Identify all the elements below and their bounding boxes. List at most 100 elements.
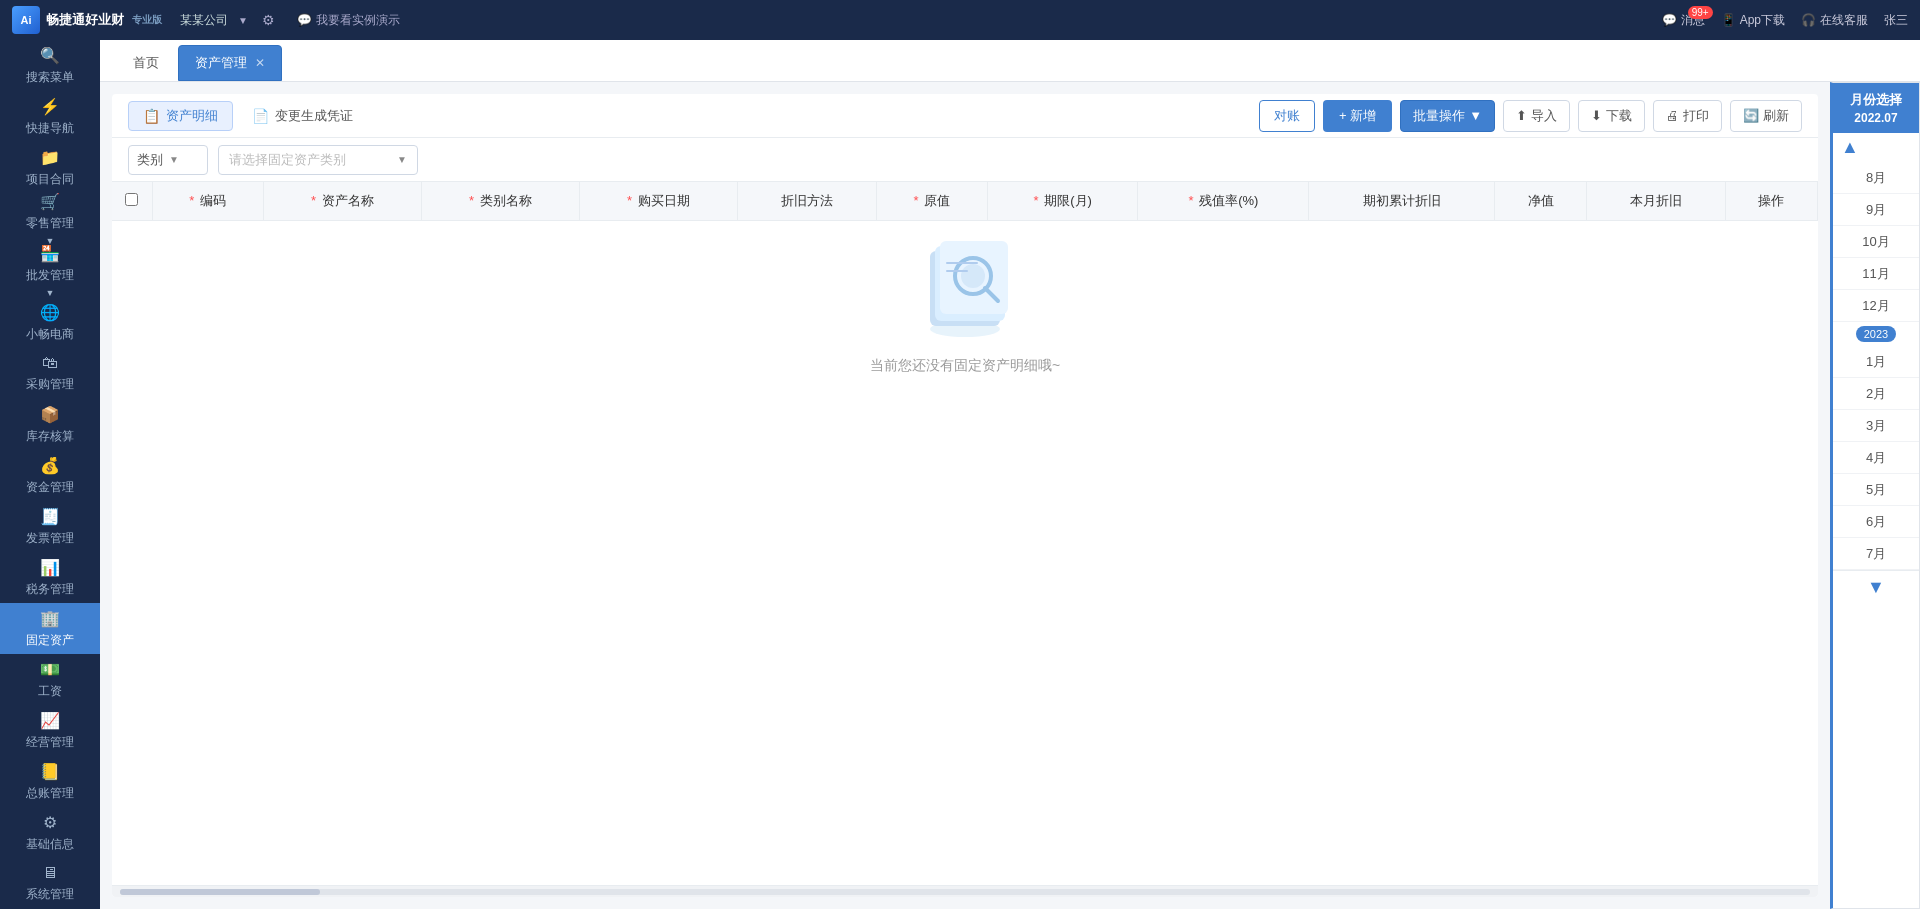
message-icon: 💬 <box>1662 13 1677 27</box>
sub-tab-asset-detail[interactable]: 📋 资产明细 <box>128 101 233 131</box>
fixed-assets-icon: 🏢 <box>40 609 60 628</box>
month-item-1[interactable]: 1月 <box>1833 346 1919 378</box>
empty-message: 当前您还没有固定资产明细哦~ <box>870 357 1060 375</box>
operations-icon: 📈 <box>40 711 60 730</box>
month-item-9[interactable]: 9月 <box>1833 194 1919 226</box>
tab-home-label: 首页 <box>133 54 159 72</box>
asset-detail-tab-icon: 📋 <box>143 108 160 124</box>
asset-table: * 编码 * 资产名称 * 类别名称 <box>112 182 1818 221</box>
basic-icon: ⚙ <box>43 813 57 832</box>
company-dropdown-icon[interactable]: ▼ <box>238 15 248 26</box>
svg-point-5 <box>961 264 985 288</box>
page-content: 📋 资产明细 📄 变更生成凭证 对账 + 新增 <box>100 82 1920 909</box>
sidebar-item-project[interactable]: 📁 项目合同 <box>0 142 100 193</box>
col-monthly-depreciation: 本月折旧 <box>1587 182 1726 221</box>
settings-icon[interactable]: ⚙ <box>262 12 275 28</box>
reconcile-button[interactable]: 对账 <box>1259 100 1315 132</box>
sidebar-item-salary[interactable]: 💵 工资 <box>0 654 100 705</box>
app-subtitle: 专业版 <box>132 13 162 27</box>
scrollbar-track[interactable] <box>120 889 1810 895</box>
sidebar-item-ledger[interactable]: 📒 总账管理 <box>0 756 100 807</box>
sidebar-ledger-label: 总账管理 <box>26 785 74 802</box>
batch-button[interactable]: 批量操作 ▼ <box>1400 100 1495 132</box>
sidebar-item-search[interactable]: 🔍 搜索菜单 <box>0 40 100 91</box>
sidebar-item-wholesale[interactable]: 🏪 批发管理 ▼ <box>0 245 100 297</box>
user-name[interactable]: 张三 <box>1884 12 1908 29</box>
inventory-icon: 📦 <box>40 405 60 424</box>
main-panel: 📋 资产明细 📄 变更生成凭证 对账 + 新增 <box>112 94 1818 897</box>
message-button[interactable]: 💬 消息 99+ <box>1662 12 1705 29</box>
download-button[interactable]: ⬇ 下载 <box>1578 100 1645 132</box>
month-item-11[interactable]: 11月 <box>1833 258 1919 290</box>
category-filter-select[interactable]: 类别 ▼ <box>128 145 208 175</box>
brand: Ai 畅捷通好业财 专业版 <box>12 6 162 34</box>
col-code: * 编码 <box>152 182 263 221</box>
message-badge: 99+ <box>1688 6 1713 19</box>
month-item-4[interactable]: 4月 <box>1833 442 1919 474</box>
app-download-button[interactable]: 📱 App下载 <box>1721 12 1785 29</box>
ecommerce-icon: 🌐 <box>40 303 60 322</box>
sidebar-salary-label: 工资 <box>38 683 62 700</box>
batch-dropdown-icon: ▼ <box>1469 108 1482 123</box>
print-button[interactable]: 🖨 打印 <box>1653 100 1722 132</box>
sidebar-item-quicknav[interactable]: ⚡ 快捷导航 <box>0 91 100 142</box>
content-area: 首页 资产管理 ✕ 📋 资产明细 📄 变更生成凭证 <box>100 40 1920 909</box>
demo-link[interactable]: 💬 我要看实例演示 <box>297 12 400 29</box>
month-picker-nav: ▲ <box>1833 133 1919 162</box>
sidebar-basic-label: 基础信息 <box>26 836 74 853</box>
sidebar-item-finance[interactable]: 💰 资金管理 <box>0 450 100 501</box>
sidebar-system-label: 系统管理 <box>26 886 74 903</box>
year-badge-2023: 2023 <box>1856 326 1896 342</box>
tab-asset-management[interactable]: 资产管理 ✕ <box>178 45 282 81</box>
select-all-checkbox[interactable] <box>125 193 138 206</box>
scrollbar-thumb[interactable] <box>120 889 320 895</box>
sub-tab-change-voucher[interactable]: 📄 变更生成凭证 <box>237 101 368 131</box>
sidebar-quicknav-label: 快捷导航 <box>26 120 74 137</box>
sub-tab-change-voucher-label: 变更生成凭证 <box>275 107 353 125</box>
ledger-icon: 📒 <box>40 762 60 781</box>
month-picker-header: 月份选择 2022.07 <box>1833 83 1919 133</box>
sidebar-item-invoice[interactable]: 🧾 发票管理 <box>0 501 100 552</box>
import-button[interactable]: ⬆ 导入 <box>1503 100 1570 132</box>
month-picker-panel: 月份选择 2022.07 ▲ 8月 9月 10月 11月 <box>1830 82 1920 909</box>
month-item-8[interactable]: 8月 <box>1833 162 1919 194</box>
tab-close-icon[interactable]: ✕ <box>255 56 265 70</box>
sidebar-item-fixed-assets[interactable]: 🏢 固定资产 <box>0 603 100 654</box>
month-picker-down-icon[interactable]: ▼ <box>1867 577 1885 598</box>
sidebar-item-inventory[interactable]: 📦 库存核算 <box>0 399 100 450</box>
tab-home[interactable]: 首页 <box>116 45 176 81</box>
brand-icon: Ai <box>12 6 40 34</box>
col-category: * 类别名称 <box>421 182 579 221</box>
sidebar-item-purchase[interactable]: 🛍 采购管理 <box>0 348 100 399</box>
salary-icon: 💵 <box>40 660 60 679</box>
input-arrow-icon: ▼ <box>397 154 407 165</box>
month-item-7[interactable]: 7月 <box>1833 538 1919 570</box>
sidebar-item-retail[interactable]: 🛒 零售管理 ▼ <box>0 193 100 245</box>
finance-icon: 💰 <box>40 456 60 475</box>
month-picker-title: 月份选择 <box>1837 91 1915 109</box>
sidebar-item-operations[interactable]: 📈 经营管理 <box>0 705 100 756</box>
bottom-scrollbar[interactable] <box>112 885 1818 897</box>
sidebar-invoice-label: 发票管理 <box>26 530 74 547</box>
month-item-5[interactable]: 5月 <box>1833 474 1919 506</box>
month-item-3[interactable]: 3月 <box>1833 410 1919 442</box>
empty-state: 当前您还没有固定资产明细哦~ <box>112 221 1818 375</box>
month-item-10[interactable]: 10月 <box>1833 226 1919 258</box>
table-container: * 编码 * 资产名称 * 类别名称 <box>112 182 1818 885</box>
tab-asset-management-label: 资产管理 <box>195 54 247 72</box>
top-bar-right: 💬 消息 99+ 📱 App下载 🎧 在线客服 张三 <box>1662 12 1908 29</box>
sidebar-item-ecommerce[interactable]: 🌐 小畅电商 <box>0 297 100 348</box>
refresh-button[interactable]: 🔄 刷新 <box>1730 100 1802 132</box>
company-name[interactable]: 某某公司 <box>180 12 228 29</box>
online-service-button[interactable]: 🎧 在线客服 <box>1801 12 1868 29</box>
month-picker-up-icon[interactable]: ▲ <box>1841 137 1859 158</box>
sidebar-item-tax[interactable]: 📊 税务管理 <box>0 552 100 603</box>
sidebar-item-system[interactable]: 🖥 系统管理 <box>0 858 100 909</box>
month-item-2[interactable]: 2月 <box>1833 378 1919 410</box>
sidebar-wholesale-label: 批发管理 <box>26 267 74 284</box>
add-button[interactable]: + 新增 <box>1323 100 1392 132</box>
sidebar-item-basic[interactable]: ⚙ 基础信息 <box>0 807 100 858</box>
category-input-box[interactable]: 请选择固定资产类别 ▼ <box>218 145 418 175</box>
month-item-6[interactable]: 6月 <box>1833 506 1919 538</box>
month-item-12[interactable]: 12月 <box>1833 290 1919 322</box>
